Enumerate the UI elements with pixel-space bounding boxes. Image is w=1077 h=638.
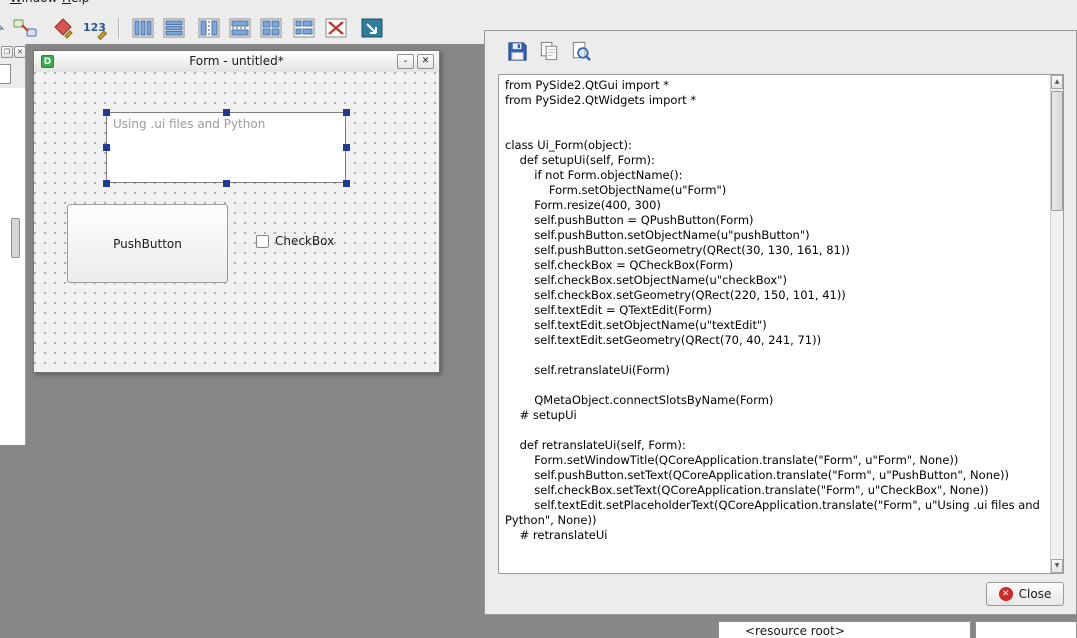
copy-icon[interactable]	[536, 37, 562, 65]
textedit-widget[interactable]: Using .ui files and Python	[106, 112, 346, 183]
selection-handle[interactable]	[343, 180, 350, 187]
code-textarea[interactable]: from PySide2.QtGui import * from PySide2…	[498, 74, 1064, 574]
resource-root-label: <resource root>	[745, 624, 845, 638]
selection-handle[interactable]	[223, 109, 230, 116]
selection-handle[interactable]	[343, 144, 350, 151]
left-scrollbar-thumb[interactable]	[11, 218, 20, 258]
form-window-titlebar[interactable]: D Form - untitled* - ✕	[34, 51, 439, 73]
resource-side-panel	[975, 621, 1077, 638]
scroll-down-icon[interactable]: ▼	[1051, 559, 1063, 573]
toolbar-separator	[118, 18, 120, 39]
layout-horizontal-splitter-icon[interactable]	[196, 15, 222, 41]
form-editor-window: D Form - untitled* - ✕ Using .ui files a…	[33, 50, 440, 373]
adjust-size-icon[interactable]	[359, 15, 385, 41]
edit-widgets-icon[interactable]	[0, 15, 10, 41]
pushbutton-widget[interactable]: PushButton	[67, 204, 228, 283]
selection-handle[interactable]	[103, 180, 110, 187]
selection-handle[interactable]	[343, 109, 350, 116]
edit-tab-order-icon[interactable]: 123	[82, 15, 108, 41]
close-button-label: Close	[1019, 587, 1052, 601]
checkbox-indicator[interactable]	[256, 235, 269, 248]
edit-buddies-icon[interactable]	[50, 15, 76, 41]
menu-help[interactable]: Help	[62, 0, 89, 5]
qt-designer-screen: Window Help 123	[0, 0, 1077, 638]
layout-form-icon[interactable]	[291, 15, 317, 41]
generated-python-code: from PySide2.QtGui import * from PySide2…	[499, 75, 1049, 573]
close-red-icon: ✕	[999, 587, 1013, 601]
widgetbox-panel	[0, 88, 25, 445]
code-preview-window: from PySide2.QtGui import * from PySide2…	[484, 30, 1077, 615]
selection-handle[interactable]	[223, 180, 230, 187]
scrollbar-thumb[interactable]	[1051, 91, 1063, 211]
edit-signals-slots-icon[interactable]	[12, 15, 38, 41]
checkbox-widget[interactable]: CheckBox	[256, 234, 334, 248]
selection-handle[interactable]	[103, 144, 110, 151]
form-canvas[interactable]: Using .ui files and Python PushButton Ch…	[34, 72, 439, 372]
code-scrollbar[interactable]: ▲ ▼	[1050, 75, 1063, 573]
dock-close-icon[interactable]: ✕	[14, 46, 26, 58]
layout-vertical-splitter-icon[interactable]	[227, 15, 253, 41]
form-window-title: Form - untitled*	[34, 54, 439, 68]
layout-grid-icon[interactable]	[258, 15, 284, 41]
layout-vertically-icon[interactable]	[161, 15, 187, 41]
widgetbox-filter-input[interactable]	[0, 64, 11, 84]
code-toolbar	[485, 31, 1076, 73]
close-button[interactable]: ✕	[417, 54, 434, 69]
close-dialog-button[interactable]: ✕ Close	[986, 582, 1064, 606]
selection-handle[interactable]	[103, 109, 110, 116]
left-dock-strip: ❐ ✕	[0, 44, 26, 445]
menu-window[interactable]: Window	[10, 0, 57, 5]
find-icon[interactable]	[568, 37, 594, 65]
save-icon[interactable]	[504, 37, 530, 65]
checkbox-label: CheckBox	[275, 234, 334, 248]
textedit-placeholder: Using .ui files and Python	[113, 117, 265, 131]
dock-float-icon[interactable]: ❐	[1, 46, 13, 58]
resource-root-item[interactable]: <resource root>	[718, 621, 971, 638]
scroll-up-icon[interactable]: ▲	[1051, 75, 1063, 89]
layout-horizontally-icon[interactable]	[130, 15, 156, 41]
minimize-button[interactable]: -	[397, 54, 414, 69]
break-layout-icon[interactable]	[323, 15, 349, 41]
